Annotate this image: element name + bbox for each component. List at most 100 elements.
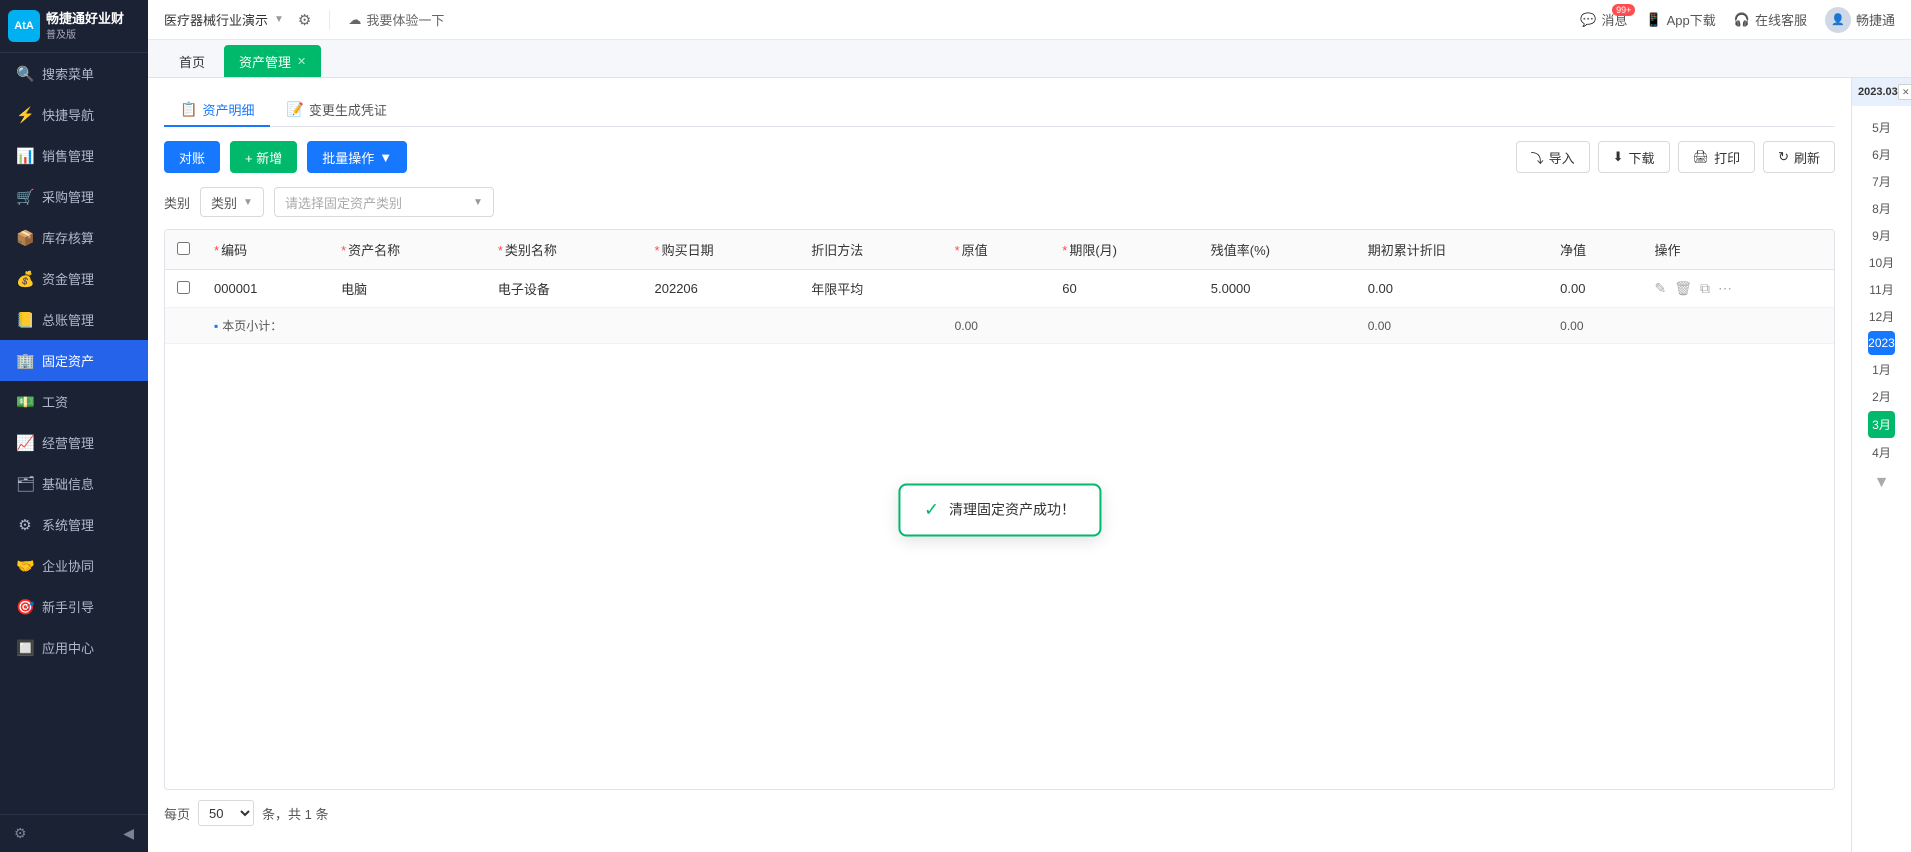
sidebar-item-企业协同[interactable]: 🤝 企业协同 [0,545,148,586]
success-toast: ✓ 清理固定资产成功！ [898,483,1101,536]
toast-message: 清理固定资产成功！ [949,500,1075,520]
tab-close-icon[interactable]: ✕ [297,55,306,68]
timeline-month-1月[interactable]: 1月 [1864,356,1899,383]
tab-首页[interactable]: 首页 [164,45,220,77]
timeline-month-12月[interactable]: 12月 [1864,303,1899,330]
column-header-7: 残值率(%) [1199,230,1356,270]
sidebar-item-总账管理[interactable]: 📒 总账管理 [0,299,148,340]
subtab-label: 资产明细 [202,100,254,119]
sidebar-item-库存核算[interactable]: 📦 库存核算 [0,217,148,258]
category-input[interactable]: 请选择固定资产类别 ▼ [274,187,494,217]
import-button[interactable]: ⤵ 导入 [1516,141,1590,173]
timeline-month-5月[interactable]: 5月 [1864,114,1899,141]
sidebar-item-经营管理[interactable]: 📈 经营管理 [0,422,148,463]
sidebar-item-快捷导航[interactable]: ⚡ 快捷导航 [0,94,148,135]
delete-icon[interactable]: 🗑 [1674,280,1692,297]
copy-icon[interactable]: ⧉ [1700,280,1710,297]
subtotal-initial: 0.00 [1356,308,1548,344]
table-row: 000001 电脑 电子设备 202206 年限平均 60 5.0000 0.0… [165,270,1834,308]
sidebar: AtA 畅捷通好业财 普及版 🔍 搜索菜单 ⚡ 快捷导航 📊 销售管理 🛒 采购… [0,0,148,852]
print-button[interactable]: 🖨 打印 [1678,141,1756,173]
sidebar-item-搜索菜单[interactable]: 🔍 搜索菜单 [0,53,148,94]
sidebar-item-label: 采购管理 [42,187,94,206]
timeline-close-button[interactable]: ✕ [1898,84,1911,100]
sidebar-item-销售管理[interactable]: 📊 销售管理 [0,135,148,176]
collapse-icon[interactable]: ◀ [123,825,134,842]
required-star: * [214,243,219,258]
toolbar: 对账 + 新增 批量操作 ▼ ⤵ 导入 ⬇ 下载 🖨 [164,141,1835,173]
select-all-checkbox[interactable] [177,242,190,255]
timeline-month-4月[interactable]: 4月 [1864,439,1899,466]
batch-button[interactable]: 批量操作 ▼ [307,141,407,173]
user-menu[interactable]: 👤 畅捷通 [1825,7,1895,33]
refresh-icon: ↻ [1778,149,1789,165]
service-button[interactable]: 🎧 在线客服 [1734,10,1807,29]
timeline-month-7月[interactable]: 7月 [1864,168,1899,195]
timeline-year-empty [1864,106,1899,114]
message-button[interactable]: 💬 消息 99+ [1580,10,1627,29]
required-star: * [955,243,960,258]
per-page-select[interactable]: 102050100 [198,800,254,826]
sidebar-item-系统管理[interactable]: ⚙ 系统管理 [0,504,148,545]
timeline-panel: 2023.03 ✕ ⤢ 5月6月7月8月9月10月11月12月20231月2月3… [1851,78,1911,852]
subtotal-row: ▪本页小计： 0.00 0.00 0.00 [165,308,1834,344]
timeline-month-3月[interactable]: 3月 [1868,411,1895,438]
subtab-变更生成凭证[interactable]: 📝变更生成凭证 [270,94,402,127]
sidebar-icon: 📒 [16,311,34,329]
tabbar: 首页资产管理✕ [148,40,1911,78]
timeline-collapse-button[interactable]: ▼ [1864,466,1899,500]
sidebar-item-label: 总账管理 [42,310,94,329]
avatar: 👤 [1825,7,1851,33]
row-id: 000001 [202,270,329,308]
timeline-month-8月[interactable]: 8月 [1864,195,1899,222]
tab-资产管理[interactable]: 资产管理✕ [224,45,321,77]
username-label: 畅捷通 [1856,10,1895,29]
sidebar-item-label: 经营管理 [42,433,94,452]
subtotal-label: ▪本页小计： [202,308,799,344]
timeline-month-10月[interactable]: 10月 [1864,249,1899,276]
sidebar-item-应用中心[interactable]: 🔲 应用中心 [0,627,148,668]
download-button[interactable]: ⬇ 下载 [1598,141,1670,173]
sidebar-icon: 🗂 [16,475,34,493]
timeline-month-11月[interactable]: 11月 [1864,276,1899,303]
topbar-settings-icon[interactable]: ⚙ [298,11,311,29]
sidebar-item-label: 销售管理 [42,146,94,165]
table-header-row: *编码*资产名称*类别名称*购买日期折旧方法*原值*期限(月)残值率(%)期初累… [165,230,1834,270]
sidebar-icon: ⚡ [16,106,34,124]
sidebar-icon: 💵 [16,393,34,411]
subtab-资产明细[interactable]: 📋资产明细 [164,94,270,127]
experience-button[interactable]: ☁ 我要体验一下 [348,10,444,29]
row-checkbox[interactable] [177,281,190,294]
category-placeholder: 请选择固定资产类别 [285,193,402,212]
company-selector[interactable]: 医疗器械行业演示 ▼ [164,10,284,29]
new-button[interactable]: + 新增 [230,141,297,173]
more-icon[interactable]: ⋯ [1718,280,1732,297]
reconcile-button[interactable]: 对账 [164,141,220,173]
main-panel: 📋资产明细📝变更生成凭证 对账 + 新增 批量操作 ▼ ⤵ 导入 ⬇ 下载 [148,78,1851,852]
category-type-select[interactable]: 类别 ▼ [200,187,264,217]
company-arrow-icon: ▼ [274,14,284,25]
sidebar-item-工资[interactable]: 💵 工资 [0,381,148,422]
sidebar-item-固定资产[interactable]: 🏢 固定资产 [0,340,148,381]
sidebar-item-资金管理[interactable]: 💰 资金管理 [0,258,148,299]
timeline-month-6月[interactable]: 6月 [1864,141,1899,168]
sidebar-item-基础信息[interactable]: 🗂 基础信息 [0,463,148,504]
sidebar-item-label: 快捷导航 [42,105,94,124]
edit-icon[interactable]: ✎ [1654,280,1666,297]
timeline-month-9月[interactable]: 9月 [1864,222,1899,249]
topbar-right: 💬 消息 99+ 📱 App下载 🎧 在线客服 👤 畅捷通 [1580,7,1895,33]
sidebar-item-采购管理[interactable]: 🛒 采购管理 [0,176,148,217]
timeline-month-2月[interactable]: 2月 [1864,383,1899,410]
download-icon: 📱 [1645,12,1661,28]
column-header-5: *原值 [943,230,1051,270]
timeline-year-2023[interactable]: 2023 [1868,331,1895,355]
app-download-button[interactable]: 📱 App下载 [1645,10,1715,29]
sidebar-icon: 📦 [16,229,34,247]
topbar: 医疗器械行业演示 ▼ ⚙ ☁ 我要体验一下 💬 消息 99+ 📱 App下载 🎧… [148,0,1911,40]
sidebar-item-新手引导[interactable]: 🎯 新手引导 [0,586,148,627]
sidebar-icon: 🔲 [16,639,34,657]
column-header-2: *类别名称 [486,230,643,270]
refresh-button[interactable]: ↻ 刷新 [1763,141,1835,173]
row-original-value [943,270,1051,308]
settings-icon[interactable]: ⚙ [14,825,27,842]
